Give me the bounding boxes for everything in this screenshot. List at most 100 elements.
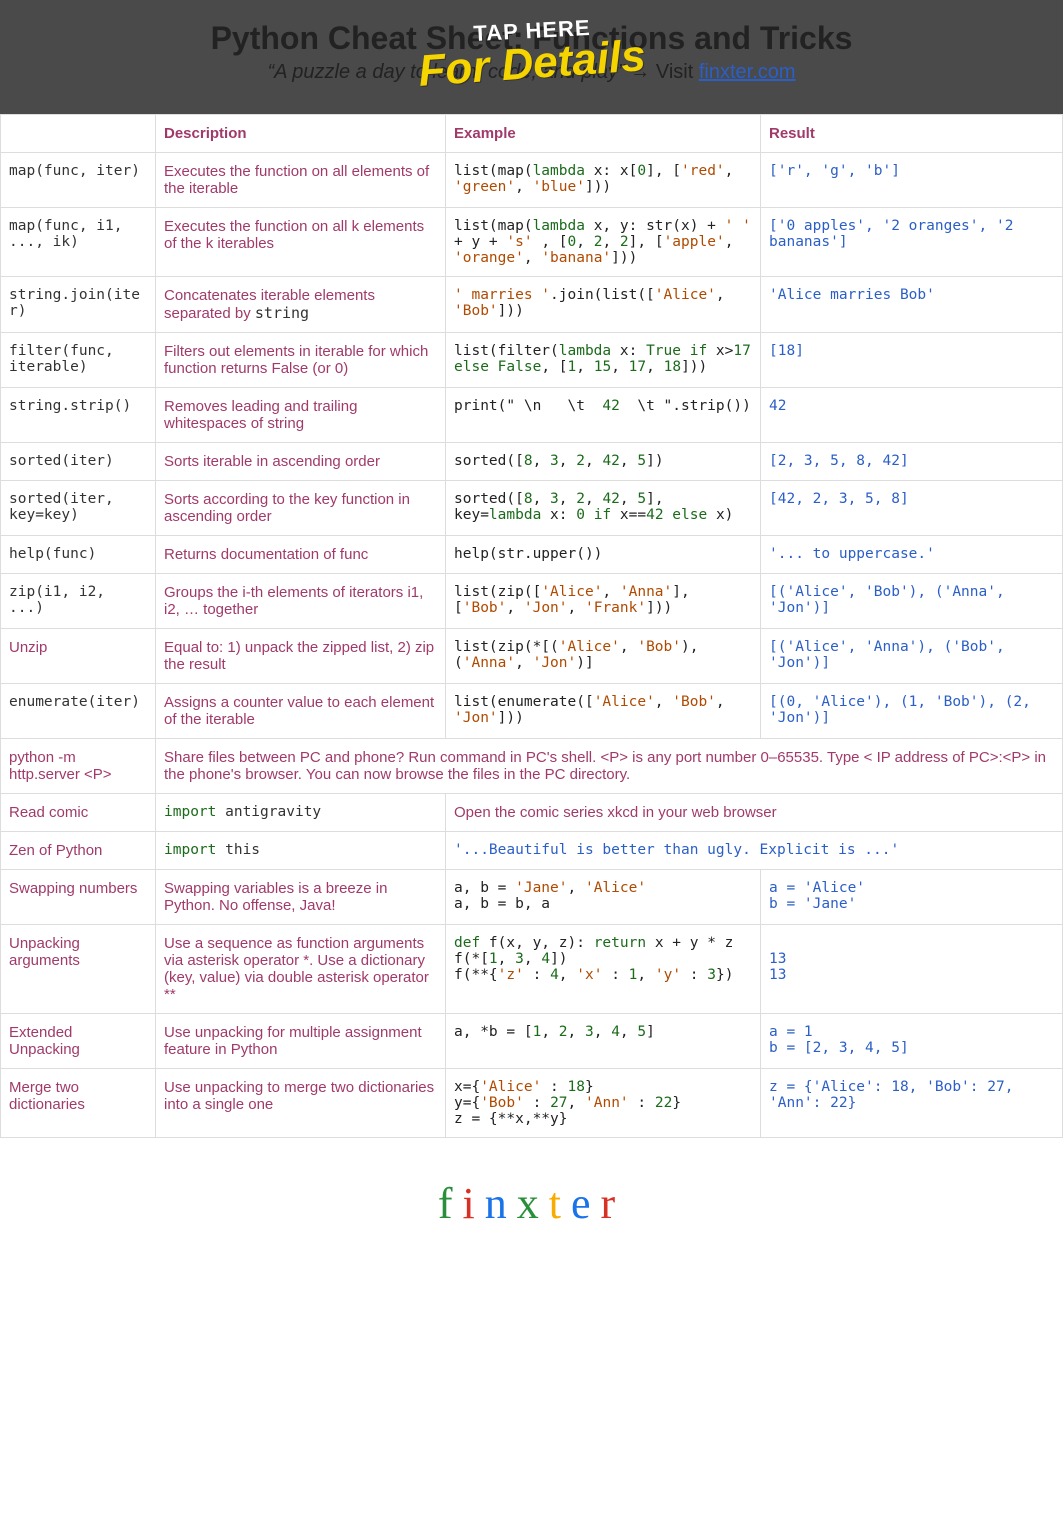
cell-function: Unpacking arguments (1, 925, 156, 1014)
cell-example-desc: Open the comic series xkcd in your web b… (446, 794, 1063, 832)
cell-result: 'Alice marries Bob' (761, 277, 1063, 333)
cell-function: string.join(iter) (1, 277, 156, 333)
cell-example: x={'Alice' : 18} y={'Bob' : 27, 'Ann' : … (446, 1069, 761, 1138)
cell-description: Use a sequence as function arguments via… (156, 925, 446, 1014)
table-row: string.join(iter)Concatenates iterable e… (1, 277, 1063, 333)
visit-label: Visit (656, 61, 693, 83)
table-row: zip(i1, i2, ...)Groups the i-th elements… (1, 574, 1063, 629)
cell-function: Unzip (1, 629, 156, 684)
cell-description: Removes leading and trailing whitespaces… (156, 388, 446, 443)
cell-example: list(enumerate(['Alice', 'Bob', 'Jon'])) (446, 684, 761, 739)
finxter-logo: finxter (0, 1178, 1063, 1229)
cell-function: zip(i1, i2, ...) (1, 574, 156, 629)
table-row: Extended UnpackingUse unpacking for mult… (1, 1014, 1063, 1069)
header: Python Cheat Sheet: Functions and Tricks… (0, 0, 1063, 114)
cell-example: list(map(lambda x: x[0], ['red', 'green'… (446, 153, 761, 208)
cell-description: Concatenates iterable elements separated… (156, 277, 446, 333)
table-row: filter(func, iterable)Filters out elemen… (1, 333, 1063, 388)
col-example: Example (446, 115, 761, 153)
cell-result: 42 (761, 388, 1063, 443)
page-title: Python Cheat Sheet: Functions and Tricks (0, 20, 1063, 57)
cell-function: Read comic (1, 794, 156, 832)
table-body: map(func, iter)Executes the function on … (1, 153, 1063, 1138)
arrow: → (630, 61, 650, 83)
cell-example: sorted([8, 3, 2, 42, 5]) (446, 443, 761, 481)
cell-example: a, *b = [1, 2, 3, 4, 5] (446, 1014, 761, 1069)
cell-result: [(0, 'Alice'), (1, 'Bob'), (2, 'Jon')] (761, 684, 1063, 739)
col-func (1, 115, 156, 153)
table-row: Unpacking argumentsUse a sequence as fun… (1, 925, 1063, 1014)
table-row: python -m http.server <P>Share files bet… (1, 739, 1063, 794)
cell-description: Groups the i-th elements of iterators i1… (156, 574, 446, 629)
cell-example: def f(x, y, z): return x + y * z f(*[1, … (446, 925, 761, 1014)
subtitle: “A puzzle a day to learn, code, and play… (0, 61, 1063, 84)
cell-result: '...Beautiful is better than ugly. Expli… (446, 832, 1063, 870)
cell-function: filter(func, iterable) (1, 333, 156, 388)
table-row: string.strip()Removes leading and traili… (1, 388, 1063, 443)
table-row: map(func, iter)Executes the function on … (1, 153, 1063, 208)
table-row: Merge two dictionariesUse unpacking to m… (1, 1069, 1063, 1138)
cell-description: Use unpacking for multiple assignment fe… (156, 1014, 446, 1069)
cell-result: [18] (761, 333, 1063, 388)
cell-example: list(filter(lambda x: True if x>17 else … (446, 333, 761, 388)
cell-description: Swapping variables is a breeze in Python… (156, 870, 446, 925)
cell-description: Filters out elements in iterable for whi… (156, 333, 446, 388)
table-row: UnzipEqual to: 1) unpack the zipped list… (1, 629, 1063, 684)
cell-description-span: Share files between PC and phone? Run co… (156, 739, 1063, 794)
table-row: Zen of Pythonimport this'...Beautiful is… (1, 832, 1063, 870)
cell-description: Executes the function on all k elements … (156, 208, 446, 277)
table-header-row: Description Example Result (1, 115, 1063, 153)
footer: finxter (0, 1138, 1063, 1289)
cell-result: [('Alice', 'Bob'), ('Anna', 'Jon')] (761, 574, 1063, 629)
cell-example: sorted([8, 3, 2, 42, 5], key=lambda x: 0… (446, 481, 761, 536)
cell-description: Sorts according to the key function in a… (156, 481, 446, 536)
cell-description: Equal to: 1) unpack the zipped list, 2) … (156, 629, 446, 684)
cheatsheet-table: Description Example Result map(func, ite… (0, 114, 1063, 1138)
cell-function: map(func, i1, ..., ik) (1, 208, 156, 277)
finxter-link[interactable]: finxter.com (699, 61, 796, 83)
cell-example: list(zip(['Alice', 'Anna'], ['Bob', 'Jon… (446, 574, 761, 629)
cell-example-code: import this (156, 832, 446, 870)
cell-function: help(func) (1, 536, 156, 574)
cell-function: enumerate(iter) (1, 684, 156, 739)
cell-function: map(func, iter) (1, 153, 156, 208)
cell-result: a = 1 b = [2, 3, 4, 5] (761, 1014, 1063, 1069)
table-row: enumerate(iter)Assigns a counter value t… (1, 684, 1063, 739)
cell-result: a = 'Alice' b = 'Jane' (761, 870, 1063, 925)
cell-function: Swapping numbers (1, 870, 156, 925)
table-row: help(func)Returns documentation of funch… (1, 536, 1063, 574)
quote: “A puzzle a day to learn, code, and play… (267, 61, 624, 83)
cell-function: string.strip() (1, 388, 156, 443)
cell-result: [('Alice', 'Anna'), ('Bob', 'Jon')] (761, 629, 1063, 684)
cell-function: Zen of Python (1, 832, 156, 870)
cell-description: Sorts iterable in ascending order (156, 443, 446, 481)
cell-example-code: import antigravity (156, 794, 446, 832)
cell-result: 13 13 (761, 925, 1063, 1014)
cell-result: z = {'Alice': 18, 'Bob': 27, 'Ann': 22} (761, 1069, 1063, 1138)
cell-example: list(map(lambda x, y: str(x) + ' ' + y +… (446, 208, 761, 277)
cell-description: Assigns a counter value to each element … (156, 684, 446, 739)
cell-result: ['r', 'g', 'b'] (761, 153, 1063, 208)
cell-function: sorted(iter) (1, 443, 156, 481)
cell-result: ['0 apples', '2 oranges', '2 bananas'] (761, 208, 1063, 277)
cell-result: '... to uppercase.' (761, 536, 1063, 574)
cell-function: Extended Unpacking (1, 1014, 156, 1069)
cell-description: Executes the function on all elements of… (156, 153, 446, 208)
cell-example: a, b = 'Jane', 'Alice' a, b = b, a (446, 870, 761, 925)
cell-result: [2, 3, 5, 8, 42] (761, 443, 1063, 481)
cell-example: list(zip(*[('Alice', 'Bob'), ('Anna', 'J… (446, 629, 761, 684)
col-description: Description (156, 115, 446, 153)
cell-function: python -m http.server <P> (1, 739, 156, 794)
table-row: sorted(iter, key=key)Sorts according to … (1, 481, 1063, 536)
cell-example: print(" \n \t 42 \t ".strip()) (446, 388, 761, 443)
cell-description: Returns documentation of func (156, 536, 446, 574)
cell-example: help(str.upper()) (446, 536, 761, 574)
table-row: Read comicimport antigravityOpen the com… (1, 794, 1063, 832)
table-row: map(func, i1, ..., ik)Executes the funct… (1, 208, 1063, 277)
col-result: Result (761, 115, 1063, 153)
cell-description: Use unpacking to merge two dictionaries … (156, 1069, 446, 1138)
cell-result: [42, 2, 3, 5, 8] (761, 481, 1063, 536)
cell-function: Merge two dictionaries (1, 1069, 156, 1138)
table-row: Swapping numbersSwapping variables is a … (1, 870, 1063, 925)
table-row: sorted(iter)Sorts iterable in ascending … (1, 443, 1063, 481)
